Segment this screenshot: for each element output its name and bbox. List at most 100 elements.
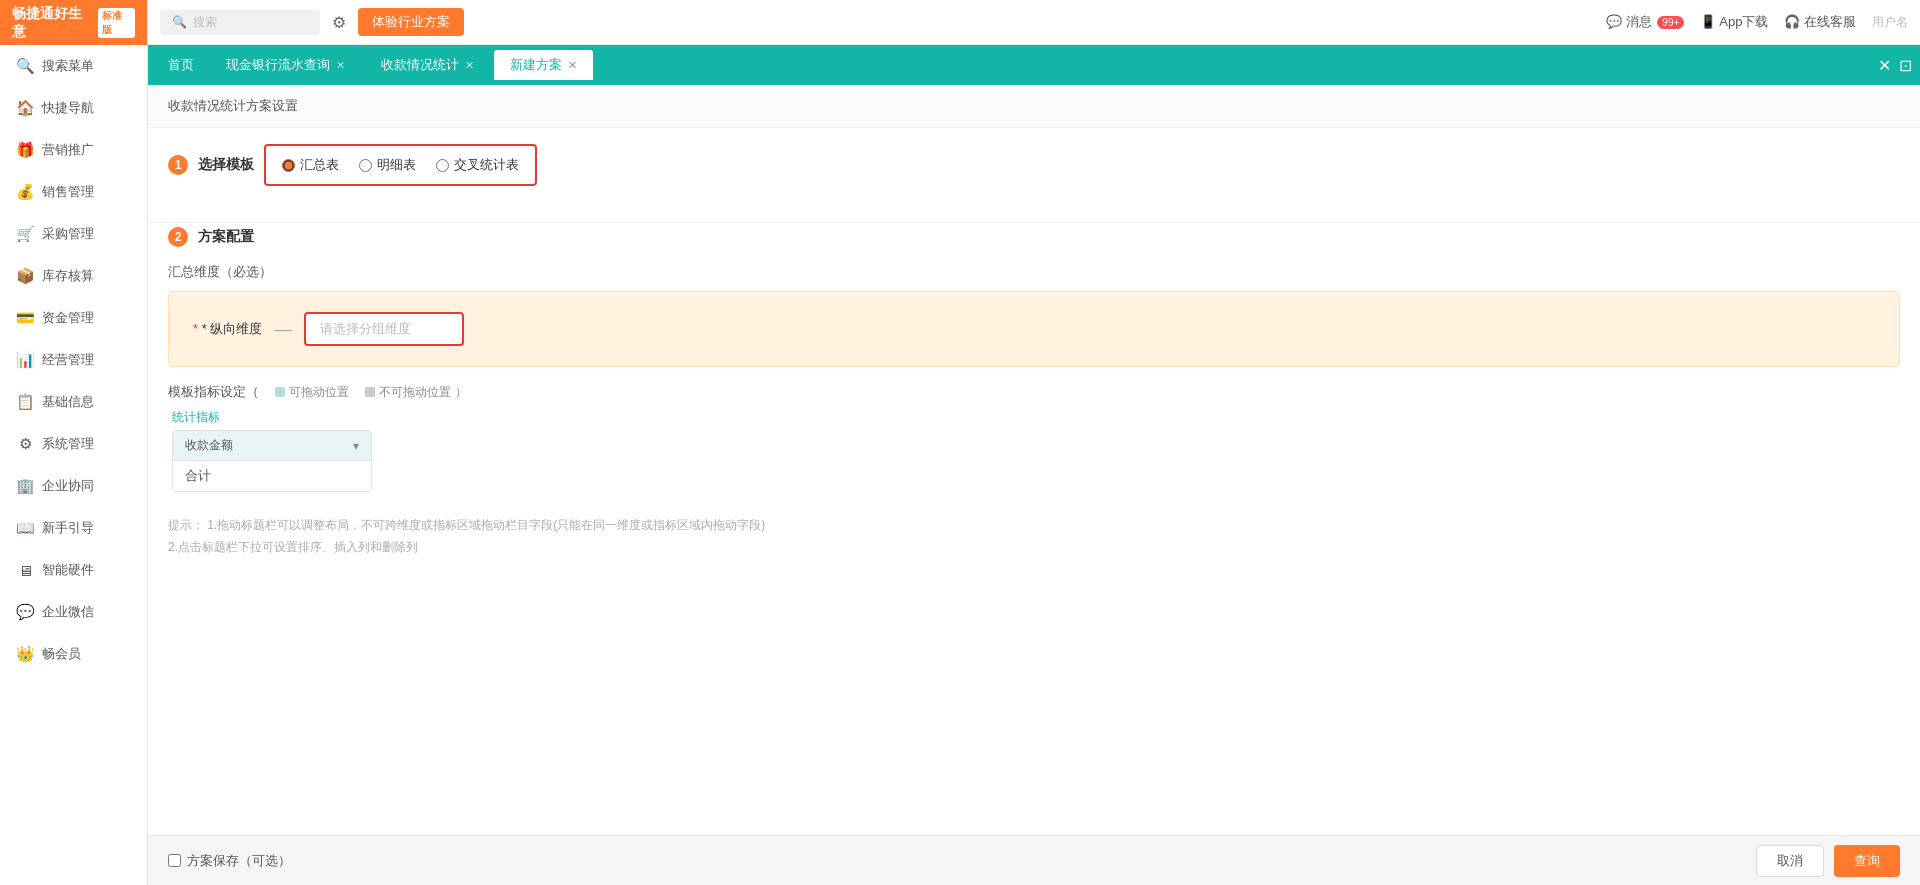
online-service[interactable]: 🎧 在线客服 [1784, 13, 1856, 31]
step1-section: 1 选择模板 汇总表 明细表 交叉统计表 [148, 128, 1920, 218]
sidebar-item-enterprise[interactable]: 🏢 企业协同 [0, 465, 147, 507]
dimension-select[interactable]: 请选择分组维度 [304, 312, 464, 346]
sidebar-item-label: 库存核算 [42, 267, 94, 285]
metrics-dropdown-icon[interactable]: ▾ [353, 439, 359, 453]
topbar-right: 💬 消息 99+ 📱 App下载 🎧 在线客服 用户名 [1606, 13, 1908, 31]
template-options-box: 汇总表 明细表 交叉统计表 [264, 144, 537, 186]
tab-bank-flow-close[interactable]: ✕ [336, 59, 345, 72]
step1-title: 选择模板 [198, 156, 254, 174]
tip-1: 提示： 1.拖动标题栏可以调整布局，不可跨维度或指标区域拖动栏目字段(只能在同一… [168, 515, 1900, 537]
radio-crosstab[interactable]: 交叉统计表 [436, 156, 519, 174]
sidebar-item-label: 销售管理 [42, 183, 94, 201]
sidebar-item-inventory[interactable]: 📦 库存核算 [0, 255, 147, 297]
sidebar-item-guide[interactable]: 📖 新手引导 [0, 507, 147, 549]
sidebar-item-marketing[interactable]: 🎁 营销推广 [0, 129, 147, 171]
cart-icon: 🛒 [16, 225, 34, 243]
user-name[interactable]: 用户名 [1872, 14, 1908, 31]
tab-home[interactable]: 首页 [156, 50, 206, 80]
box-icon: 📦 [16, 267, 34, 285]
dimension-row: * * 纵向维度 — 请选择分组维度 [193, 312, 1875, 346]
trial-button[interactable]: 体验行业方案 [358, 8, 464, 36]
phone-icon: 📱 [1700, 14, 1716, 29]
sidebar-item-quick-nav[interactable]: 🏠 快捷导航 [0, 87, 147, 129]
sidebar-item-search-menu[interactable]: 🔍 搜索菜单 [0, 45, 147, 87]
money-icon: 💰 [16, 183, 34, 201]
radio-summary-input[interactable] [282, 159, 295, 172]
sidebar-item-sales[interactable]: 💰 销售管理 [0, 171, 147, 213]
tab-bank-flow-label: 现金银行流水查询 [226, 56, 330, 74]
topbar-search[interactable]: 🔍 搜索 [160, 10, 320, 35]
radio-crosstab-input[interactable] [436, 159, 449, 172]
metrics-table: 收款金额 ▾ 合计 [172, 430, 372, 492]
metrics-table-header: 收款金额 [185, 437, 233, 454]
tab-collection-stats-close[interactable]: ✕ [465, 59, 474, 72]
footer: 方案保存（可选） 取消 查询 [148, 835, 1920, 885]
monitor-icon: 🖥 [16, 562, 34, 579]
dimension-vertical-label: * 纵向维度 [202, 321, 263, 336]
draggable-label: 可拖动位置 [289, 384, 349, 401]
book-icon: 📖 [16, 519, 34, 537]
sidebar-item-wechat[interactable]: 💬 企业微信 [0, 591, 147, 633]
radio-detail[interactable]: 明细表 [359, 156, 416, 174]
main-area: 🔍 搜索 ⚙ 体验行业方案 💬 消息 99+ 📱 App下载 🎧 在线客服 用户… [148, 0, 1920, 885]
metrics-table-cell: 合计 [173, 461, 371, 491]
sidebar-item-label: 营销推广 [42, 141, 94, 159]
metrics-section: 模板指标设定（ 可拖动位置 不可拖动位置 ） 统计指标 [168, 383, 1900, 495]
tip-2: 2.点击标题栏下拉可设置排序、插入列和删除列 [168, 537, 1900, 559]
tab-bank-flow[interactable]: 现金银行流水查询 ✕ [210, 50, 361, 80]
sidebar-item-member[interactable]: 👑 畅会员 [0, 633, 147, 675]
non-draggable-legend: 不可拖动位置 ） [365, 384, 467, 401]
metrics-table-header-row[interactable]: 收款金额 ▾ [173, 431, 371, 461]
page-content: 收款情况统计方案设置 1 选择模板 汇总表 明细表 [148, 85, 1920, 835]
radio-group: 汇总表 明细表 交叉统计表 [282, 156, 519, 174]
app-download[interactable]: 📱 App下载 [1700, 13, 1768, 31]
sidebar-item-system[interactable]: ⚙ 系统管理 [0, 423, 147, 465]
tab-new-plan-close[interactable]: ✕ [568, 59, 577, 72]
radio-detail-input[interactable] [359, 159, 372, 172]
gift-icon: 🎁 [16, 141, 34, 159]
search-icon: 🔍 [172, 15, 187, 29]
sidebar-item-label: 快捷导航 [42, 99, 94, 117]
sidebar-item-smart[interactable]: 🖥 智能硬件 [0, 549, 147, 591]
step2-title: 方案配置 [198, 228, 254, 246]
sidebar-item-label: 企业微信 [42, 603, 94, 621]
settings-icon[interactable]: ⚙ [332, 13, 346, 32]
tab-bar: 首页 现金银行流水查询 ✕ 收款情况统计 ✕ 新建方案 ✕ ✕ ⊡ [148, 45, 1920, 85]
metrics-title: 模板指标设定（ [168, 383, 259, 401]
crown-icon: 👑 [16, 645, 34, 663]
close-window-icon[interactable]: ✕ [1878, 56, 1891, 75]
message-area[interactable]: 💬 消息 99+ [1606, 13, 1684, 31]
cancel-button[interactable]: 取消 [1756, 845, 1824, 877]
sidebar-item-finance[interactable]: 💳 资金管理 [0, 297, 147, 339]
logo-badge: 标准版 [98, 8, 135, 38]
home-icon: 🏠 [16, 99, 34, 117]
topbar: 🔍 搜索 ⚙ 体验行业方案 💬 消息 99+ 📱 App下载 🎧 在线客服 用户… [148, 0, 1920, 45]
radio-summary-label: 汇总表 [300, 156, 339, 174]
maximize-icon[interactable]: ⊡ [1899, 56, 1912, 75]
sidebar-item-label: 智能硬件 [42, 561, 94, 579]
sidebar-item-operation[interactable]: 📊 经营管理 [0, 339, 147, 381]
save-option[interactable]: 方案保存（可选） [168, 852, 291, 870]
step1-number: 1 [168, 155, 188, 175]
dimension-row-label: * * 纵向维度 [193, 320, 262, 338]
save-label: 方案保存（可选） [187, 852, 291, 870]
online-service-label: 在线客服 [1804, 14, 1856, 29]
tab-collection-stats[interactable]: 收款情况统计 ✕ [365, 50, 490, 80]
message-label: 消息 [1626, 14, 1652, 29]
radio-summary[interactable]: 汇总表 [282, 156, 339, 174]
sidebar-item-label: 采购管理 [42, 225, 94, 243]
sidebar-item-label: 经营管理 [42, 351, 94, 369]
sidebar-item-basic[interactable]: 📋 基础信息 [0, 381, 147, 423]
sidebar-item-label: 系统管理 [42, 435, 94, 453]
step2-number: 2 [168, 227, 188, 247]
query-button[interactable]: 查询 [1834, 845, 1900, 877]
save-checkbox[interactable] [168, 854, 181, 867]
dimension-placeholder: 请选择分组维度 [320, 321, 411, 336]
tab-collection-stats-label: 收款情况统计 [381, 56, 459, 74]
tab-new-plan[interactable]: 新建方案 ✕ [494, 50, 593, 80]
sidebar-item-label: 新手引导 [42, 519, 94, 537]
metrics-table-area: 统计指标 收款金额 ▾ 合计 [172, 409, 1900, 495]
stats-indicator-label: 统计指标 [172, 409, 1900, 426]
sidebar-item-purchase[interactable]: 🛒 采购管理 [0, 213, 147, 255]
dimension-arrow-icon: — [274, 319, 292, 340]
